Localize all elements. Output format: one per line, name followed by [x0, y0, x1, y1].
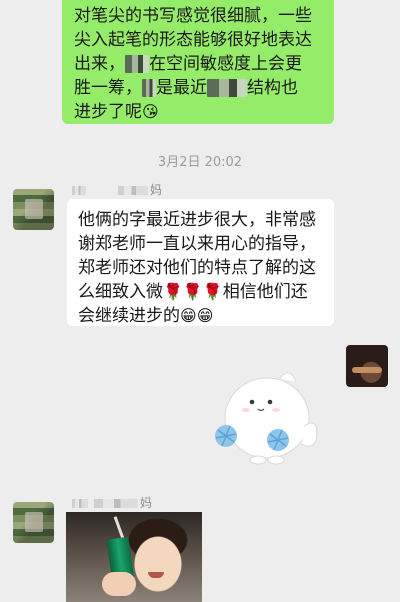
redacted-name	[94, 499, 138, 508]
kiss-emoji-icon: 😘	[142, 102, 159, 121]
grin-emoji-icon: 😁	[180, 306, 197, 325]
outgoing-message-bubble[interactable]: 对笔尖的书写感觉很细腻，一些 尖入起笔的形态能够很好地表达 出来， 在空间敏感度上…	[62, 0, 334, 124]
message-text: 出来，	[74, 54, 125, 74]
message-line: 会继续进步的😁😁	[78, 304, 323, 328]
message-line: 郑老师还对他们的特点了解的这	[78, 258, 316, 278]
sender-name-text: 妈	[140, 496, 153, 510]
message-line: 尖入起笔的形态能够很好地表达	[74, 30, 312, 50]
photo-smile	[148, 572, 164, 578]
message-text: 在空间敏感度上会更	[149, 54, 302, 74]
incoming-message-bubble[interactable]: 他俩的字最近进步很大，非常感 谢郑老师一直以来用心的指导， 郑老师还对他们的特点…	[67, 199, 334, 326]
photo-hand	[102, 572, 136, 596]
message-text: 结构也	[247, 78, 298, 98]
message-line: 谢郑老师一直以来用心的指导，	[78, 234, 316, 254]
photo-message[interactable]	[66, 512, 202, 602]
redacted-block	[207, 79, 247, 97]
contact-avatar[interactable]	[13, 502, 54, 543]
rose-emoji-icon: 🌹	[163, 282, 183, 301]
grin-emoji-icon: 😁	[196, 306, 214, 325]
redacted-name	[118, 186, 148, 195]
redacted-block	[125, 55, 149, 73]
redacted-block	[142, 79, 156, 97]
message-line: 进步了呢😘	[74, 100, 322, 124]
message-line: 对笔尖的书写感觉很细腻，一些	[74, 6, 312, 26]
message-text: 是最近	[156, 78, 207, 98]
my-avatar[interactable]	[346, 345, 388, 387]
sender-name: 妈	[72, 494, 153, 510]
message-text: 胜一筹，	[74, 78, 142, 98]
message-text: 么细致入微	[78, 282, 163, 302]
redacted-name	[72, 499, 88, 508]
sender-name-text: 妈	[150, 183, 163, 197]
message-line: 么细致入微🌹🌹🌹相信他们还	[78, 280, 323, 304]
chat-timestamp: 3月2日 20:02	[157, 155, 243, 170]
rose-emoji-icon: 🌹	[182, 282, 203, 301]
message-line: 他俩的字最近进步很大，非常感	[78, 210, 316, 230]
message-text: 进步了呢	[74, 102, 142, 122]
message-line: 胜一筹， 是最近 结构也	[74, 76, 322, 100]
sender-name: 妈	[72, 181, 163, 197]
redacted-name	[72, 186, 86, 195]
rose-emoji-icon: 🌹	[202, 282, 223, 301]
message-text: 会继续进步的	[78, 306, 180, 326]
white-cat-sticker-icon[interactable]	[212, 356, 322, 474]
message-line: 出来， 在空间敏感度上会更	[74, 52, 322, 76]
contact-avatar[interactable]	[13, 189, 54, 230]
message-text: 相信他们还	[222, 282, 308, 302]
